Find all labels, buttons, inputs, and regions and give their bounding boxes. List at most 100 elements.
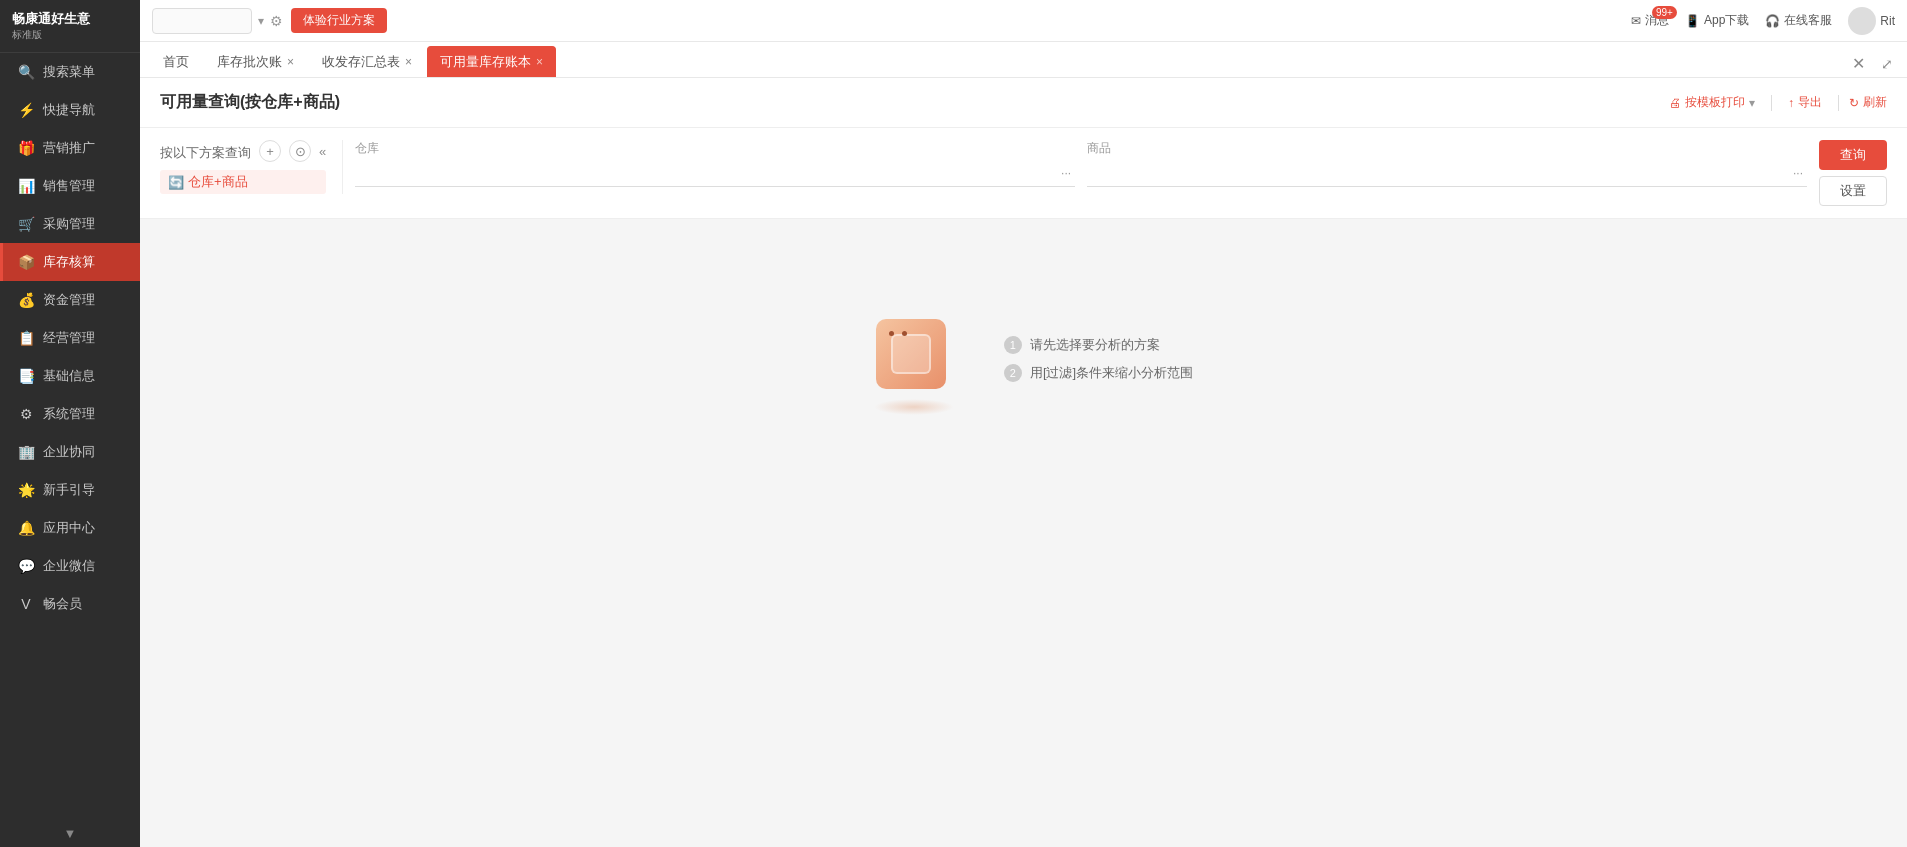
- sidebar-item-sales[interactable]: 📊 销售管理: [0, 167, 140, 205]
- print-chevron-icon[interactable]: ▾: [1749, 96, 1755, 110]
- sidebar-item-label-search: 搜索菜单: [43, 63, 95, 81]
- warehouse-input-area[interactable]: ···: [355, 159, 1075, 187]
- sidebar-edition: 标准版: [12, 28, 128, 42]
- export-button[interactable]: ↑ 导出: [1782, 90, 1828, 115]
- user-area[interactable]: Rit: [1848, 7, 1895, 35]
- sidebar-item-label-wechat: 企业微信: [43, 557, 95, 575]
- tab-available-ledger[interactable]: 可用量库存账本 ×: [427, 46, 556, 77]
- tab-deposit-summary-close[interactable]: ×: [405, 55, 412, 69]
- warehouse-more-icon[interactable]: ···: [1061, 166, 1071, 180]
- page-content: 可用量查询(按仓库+商品) 🖨 按模板打印 ▾ ↑ 导出 ↻ 刷新: [140, 78, 1907, 847]
- print-icon: 🖨: [1669, 96, 1681, 110]
- goods-input-area[interactable]: ···: [1087, 159, 1807, 187]
- inventory-icon: 📦: [17, 253, 35, 271]
- collapse-button[interactable]: «: [319, 144, 326, 159]
- sidebar-item-search[interactable]: 🔍 搜索菜单: [0, 53, 140, 91]
- mobile-icon: 📱: [1685, 14, 1700, 28]
- sidebar-item-basic[interactable]: 📑 基础信息: [0, 357, 140, 395]
- scheme-item-warehouse-goods[interactable]: 🔄 仓库+商品: [160, 170, 326, 194]
- tab-available-ledger-close[interactable]: ×: [536, 55, 543, 69]
- sidebar-scroll-down[interactable]: ▼: [0, 820, 140, 847]
- sidebar-item-label-finance: 资金管理: [43, 291, 95, 309]
- system-icon: ⚙: [17, 405, 35, 423]
- filter-fields: 仓库 ··· 商品 ···: [355, 140, 1807, 187]
- empty-box-inner: [891, 334, 931, 374]
- avatar: [1848, 7, 1876, 35]
- tab-batch-ledger-label: 库存批次账: [217, 53, 282, 71]
- sidebar-item-guide[interactable]: 🌟 新手引导: [0, 471, 140, 509]
- tabs-bar-right: ✕ ⤢: [1848, 50, 1897, 77]
- sidebar-item-label-sales: 销售管理: [43, 177, 95, 195]
- export-icon: ↑: [1788, 96, 1794, 110]
- refresh-icon: ↻: [1849, 96, 1859, 110]
- message-badge: 99+: [1652, 6, 1677, 19]
- sidebar-item-inventory[interactable]: 📦 库存核算: [0, 243, 140, 281]
- online-service-label: 在线客服: [1784, 12, 1832, 29]
- marketing-icon: 🎁: [17, 139, 35, 157]
- apps-icon: 🔔: [17, 519, 35, 537]
- query-actions: 查询 设置: [1819, 140, 1887, 206]
- sidebar-item-purchase[interactable]: 🛒 采购管理: [0, 205, 140, 243]
- hint-text-1: 请先选择要分析的方案: [1030, 336, 1160, 354]
- tab-home[interactable]: 首页: [150, 46, 202, 77]
- sales-icon: 📊: [17, 177, 35, 195]
- sidebar-item-label-purchase: 采购管理: [43, 215, 95, 233]
- finance-icon: 💰: [17, 291, 35, 309]
- tab-batch-ledger-close[interactable]: ×: [287, 55, 294, 69]
- refresh-button[interactable]: ↻ 刷新: [1849, 94, 1887, 111]
- empty-state-content: 1 请先选择要分析的方案 2 用[过滤]条件来缩小分析范围: [854, 299, 1193, 419]
- tabs-bar: 首页 库存批次账 × 收发存汇总表 × 可用量库存账本 × ✕ ⤢: [140, 42, 1907, 78]
- operations-icon: 📋: [17, 329, 35, 347]
- topbar-right: ✉ 消息 99+ 📱 App下载 🎧 在线客服 Rit: [1631, 7, 1895, 35]
- sidebar-item-shortcut[interactable]: ⚡ 快捷导航: [0, 91, 140, 129]
- empty-illustration: [854, 299, 974, 419]
- member-icon: V: [17, 595, 35, 613]
- app-download-label: App下载: [1704, 12, 1749, 29]
- print-button[interactable]: 🖨 按模板打印 ▾: [1663, 90, 1761, 115]
- sidebar-item-label-marketing: 营销推广: [43, 139, 95, 157]
- sidebar-brand: 畅康通好生意: [12, 10, 128, 28]
- shortcut-icon: ⚡: [17, 101, 35, 119]
- page-header-actions: 🖨 按模板打印 ▾ ↑ 导出 ↻ 刷新: [1663, 90, 1887, 115]
- industry-solution-button[interactable]: 体验行业方案: [291, 8, 387, 33]
- gear-icon[interactable]: ⚙: [270, 13, 283, 29]
- sidebar-item-finance[interactable]: 💰 资金管理: [0, 281, 140, 319]
- filter-area: 按以下方案查询 + ⊙ « 🔄 仓库+商品 仓库 ···: [140, 128, 1907, 219]
- page-title: 可用量查询(按仓库+商品): [160, 92, 340, 113]
- sidebar-item-operations[interactable]: 📋 经营管理: [0, 319, 140, 357]
- sidebar-item-label-enterprise: 企业协同: [43, 443, 95, 461]
- empty-hint-2: 2 用[过滤]条件来缩小分析范围: [1004, 364, 1193, 382]
- app-download-button[interactable]: 📱 App下载: [1685, 12, 1749, 29]
- goods-more-icon[interactable]: ···: [1793, 166, 1803, 180]
- sidebar-item-label-member: 畅会员: [43, 595, 82, 613]
- close-all-tabs-button[interactable]: ✕: [1848, 50, 1869, 77]
- query-button[interactable]: 查询: [1819, 140, 1887, 170]
- sidebar-item-wechat[interactable]: 💬 企业微信: [0, 547, 140, 585]
- chevron-down-icon[interactable]: ▾: [258, 14, 264, 28]
- add-scheme-button[interactable]: +: [259, 140, 281, 162]
- tab-available-ledger-label: 可用量库存账本: [440, 53, 531, 71]
- message-button[interactable]: ✉ 消息 99+: [1631, 12, 1669, 29]
- sidebar: 畅康通好生意 标准版 🔍 搜索菜单 ⚡ 快捷导航 🎁 营销推广 📊 销售管理 🛒…: [0, 0, 140, 847]
- sidebar-item-enterprise[interactable]: 🏢 企业协同: [0, 433, 140, 471]
- search-icon: 🔍: [17, 63, 35, 81]
- main-area: ▾ ⚙ 体验行业方案 ✉ 消息 99+ 📱 App下载 🎧 在线客服 Rit: [140, 0, 1907, 847]
- scheme-settings-button[interactable]: ⊙: [289, 140, 311, 162]
- sidebar-item-member[interactable]: V 畅会员: [0, 585, 140, 623]
- topbar: ▾ ⚙ 体验行业方案 ✉ 消息 99+ 📱 App下载 🎧 在线客服 Rit: [140, 0, 1907, 42]
- tab-deposit-summary-label: 收发存汇总表: [322, 53, 400, 71]
- enterprise-icon: 🏢: [17, 443, 35, 461]
- topbar-search-input[interactable]: [152, 8, 252, 34]
- sidebar-item-system[interactable]: ⚙ 系统管理: [0, 395, 140, 433]
- expand-button[interactable]: ⤢: [1877, 52, 1897, 76]
- hint-number-2: 2: [1004, 364, 1022, 382]
- tab-deposit-summary[interactable]: 收发存汇总表 ×: [309, 46, 425, 77]
- online-service-button[interactable]: 🎧 在线客服: [1765, 12, 1832, 29]
- divider-1: [1771, 95, 1772, 111]
- settings-button[interactable]: 设置: [1819, 176, 1887, 206]
- scheme-name: 仓库+商品: [188, 173, 248, 191]
- wechat-icon: 💬: [17, 557, 35, 575]
- tab-batch-ledger[interactable]: 库存批次账 ×: [204, 46, 307, 77]
- sidebar-item-marketing[interactable]: 🎁 营销推广: [0, 129, 140, 167]
- sidebar-item-apps[interactable]: 🔔 应用中心: [0, 509, 140, 547]
